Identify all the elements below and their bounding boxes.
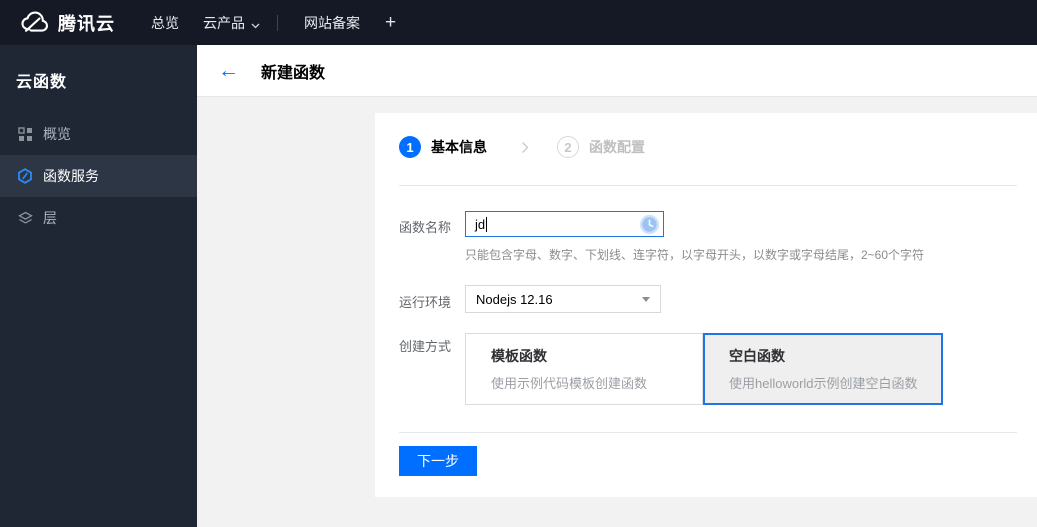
nav-item-overview[interactable]: 总览	[151, 13, 179, 33]
function-name-row: 函数名称 jd 只能包含字母、数字、下划线、连字符，以字母开头，以数字或字母结尾…	[399, 211, 1037, 263]
wizard-steps: 1 基本信息 2 函数配置	[375, 113, 1037, 158]
runtime-row: 运行环境 Nodejs 12.16	[399, 285, 1037, 313]
dropdown-caret-icon	[642, 296, 650, 302]
next-step-button[interactable]: 下一步	[399, 446, 477, 476]
scf-hexagon-icon	[17, 168, 33, 184]
sidebar: 云函数 概览 函数服务 层	[0, 45, 197, 527]
step-1-circle: 1	[399, 136, 421, 158]
function-name-value: jd	[475, 216, 486, 232]
function-name-hint: 只能包含字母、数字、下划线、连字符，以字母开头，以数字或字母结尾，2~60个字符	[465, 248, 925, 262]
sidebar-item-label: 概览	[43, 126, 71, 142]
method-desc: 使用示例代码模板创建函数	[491, 376, 648, 391]
method-cards: 模板函数 使用示例代码模板创建函数 空白函数 使用helloworld示例创建空…	[465, 333, 943, 405]
top-navbar: 腾讯云 总览 云产品 网站备案 +	[0, 0, 1037, 45]
creation-method-row: 创建方式 模板函数 使用示例代码模板创建函数 空白函数 使用helloworld…	[399, 333, 1037, 405]
chevron-down-icon	[251, 16, 260, 32]
layers-icon	[17, 210, 33, 226]
page-title: 新建函数	[261, 64, 326, 82]
method-desc: 使用helloworld示例创建空白函数	[729, 376, 918, 391]
runtime-label: 运行环境	[399, 295, 452, 310]
sidebar-item-overview[interactable]: 概览	[0, 113, 197, 155]
creation-method-label: 创建方式	[399, 339, 452, 354]
sidebar-menu: 概览 函数服务 层	[0, 113, 197, 239]
sidebar-item-label: 函数服务	[43, 168, 99, 184]
method-card-template-function[interactable]: 模板函数 使用示例代码模板创建函数	[465, 333, 703, 405]
function-name-label: 函数名称	[399, 220, 452, 235]
cloud-logo-icon	[17, 11, 49, 34]
footer-divider	[399, 432, 1017, 433]
sidebar-item-layers[interactable]: 层	[0, 197, 197, 239]
method-title: 空白函数	[729, 348, 785, 364]
sidebar-item-label: 层	[43, 210, 57, 226]
step-divider	[399, 185, 1017, 186]
back-button[interactable]: ←	[218, 60, 239, 81]
function-name-input[interactable]: jd	[465, 211, 664, 237]
step-1-label: 基本信息	[431, 139, 487, 155]
step-2-label: 函数配置	[589, 139, 645, 155]
nav-item-website-icp[interactable]: 网站备案	[304, 13, 360, 33]
chevron-right-icon	[521, 141, 529, 154]
method-title: 模板函数	[491, 348, 547, 364]
content-area: 1 基本信息 2 函数配置 函数名称 jd 只能包含字母、数字、下划线、连字符，…	[197, 98, 1037, 527]
grid-icon	[17, 126, 33, 142]
text-cursor	[486, 216, 488, 232]
tencent-cloud-logo[interactable]: 腾讯云	[17, 10, 115, 36]
step-2-circle: 2	[557, 136, 579, 158]
runtime-selected-value: Nodejs 12.16	[476, 291, 553, 307]
clock-pending-icon	[639, 214, 660, 238]
runtime-select[interactable]: Nodejs 12.16	[465, 285, 661, 313]
basic-info-form: 函数名称 jd 只能包含字母、数字、下划线、连字符，以字母开头，以数字或字母结尾…	[375, 211, 1037, 405]
sidebar-product-title: 云函数	[16, 74, 68, 91]
nav-divider	[277, 14, 278, 31]
method-card-blank-function[interactable]: 空白函数 使用helloworld示例创建空白函数	[703, 333, 943, 405]
create-function-card: 1 基本信息 2 函数配置 函数名称 jd 只能包含字母、数字、下划线、连字符，…	[375, 113, 1037, 497]
nav-item-cloud-products[interactable]: 云产品	[203, 13, 260, 33]
brand-name: 腾讯云	[58, 13, 115, 34]
page-header: ← 新建函数	[197, 45, 1037, 97]
add-tab-button[interactable]: +	[385, 12, 396, 34]
sidebar-item-function-service[interactable]: 函数服务	[0, 155, 197, 197]
